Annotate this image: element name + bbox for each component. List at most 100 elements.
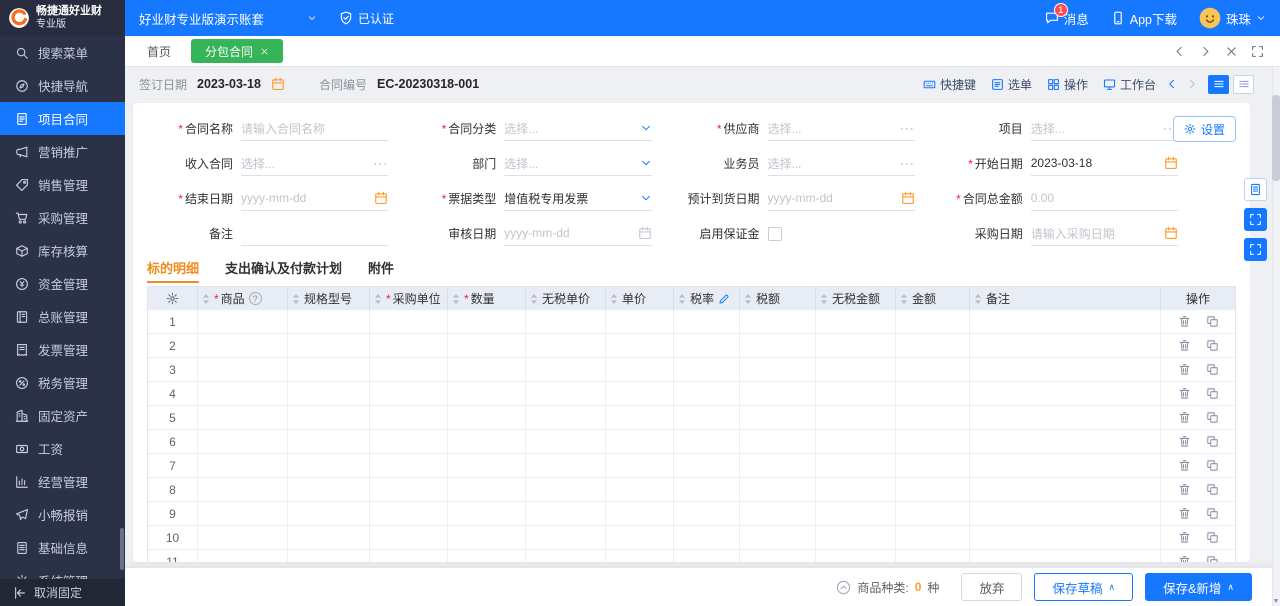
table-cell[interactable] (448, 526, 526, 549)
collapse-summary-icon[interactable] (836, 580, 851, 595)
table-cell[interactable] (740, 334, 816, 357)
table-cell[interactable] (606, 358, 674, 381)
app-download-button[interactable]: App下载 (1111, 9, 1177, 28)
sort-icon[interactable] (292, 293, 300, 305)
table-cell[interactable] (816, 406, 896, 429)
copy-row-icon[interactable] (1206, 435, 1219, 448)
calendar-icon[interactable] (374, 191, 388, 205)
sort-icon[interactable] (374, 293, 382, 305)
table-cell[interactable] (740, 478, 816, 501)
table-cell[interactable] (970, 478, 1161, 501)
sidebar-item-14[interactable]: 小畅报销 (0, 498, 125, 531)
copy-row-icon[interactable] (1206, 459, 1219, 472)
table-cell[interactable] (526, 358, 606, 381)
delete-row-icon[interactable] (1178, 483, 1191, 496)
delete-row-icon[interactable] (1178, 363, 1191, 376)
expected-arrival-date-input[interactable]: yyyy-mm-dd (767, 187, 915, 211)
toolbar-keyboard-button[interactable]: 快捷键 (923, 76, 976, 93)
expand-panel-button-2[interactable] (1244, 238, 1267, 261)
table-cell[interactable] (896, 478, 970, 501)
table-cell[interactable] (740, 526, 816, 549)
table-cell[interactable] (606, 382, 674, 405)
table-cell[interactable] (816, 334, 896, 357)
copy-row-icon[interactable] (1206, 507, 1219, 520)
table-cell[interactable] (970, 502, 1161, 525)
table-cell[interactable] (526, 406, 606, 429)
delete-row-icon[interactable] (1178, 531, 1191, 544)
table-cell[interactable] (288, 358, 370, 381)
table-cell[interactable] (288, 310, 370, 333)
table-cell[interactable] (970, 430, 1161, 453)
copy-row-icon[interactable] (1206, 411, 1219, 424)
scroll-down-arrow[interactable]: ▼ (1272, 598, 1280, 605)
column-header[interactable]: 单价 (606, 287, 674, 310)
table-cell[interactable] (816, 430, 896, 453)
table-cell[interactable] (288, 502, 370, 525)
table-cell[interactable] (896, 550, 970, 562)
table-cell[interactable] (674, 310, 740, 333)
table-cell[interactable] (448, 502, 526, 525)
table-cell[interactable] (288, 526, 370, 549)
table-cell[interactable] (370, 382, 448, 405)
contract-total-amount-input[interactable]: 0.00 (1030, 187, 1178, 211)
sidebar-item-11[interactable]: 固定资产 (0, 399, 125, 432)
detail-tab-0[interactable]: 标的明细 (147, 253, 200, 283)
table-cell[interactable] (970, 406, 1161, 429)
save-draft-button[interactable]: 保存草稿 ∧ (1034, 573, 1134, 601)
table-cell[interactable] (896, 526, 970, 549)
tab-0[interactable]: 首页 (133, 39, 185, 63)
settings-button[interactable]: 设置 (1172, 116, 1236, 142)
table-cell[interactable] (288, 382, 370, 405)
delete-row-icon[interactable] (1178, 435, 1191, 448)
table-cell[interactable] (448, 454, 526, 477)
table-cell[interactable] (740, 502, 816, 525)
table-cell[interactable] (674, 550, 740, 562)
copy-row-icon[interactable] (1206, 363, 1219, 376)
purchase-date-input[interactable]: 请输入采购日期 (1030, 222, 1178, 246)
calendar-icon[interactable] (271, 77, 285, 91)
calendar-icon[interactable] (638, 226, 652, 240)
ellipsis-picker-icon[interactable]: ··· (900, 157, 915, 169)
table-cell[interactable] (606, 334, 674, 357)
sidebar-item-2[interactable]: 项目合同 (0, 102, 125, 135)
table-cell[interactable] (370, 334, 448, 357)
save-and-new-button[interactable]: 保存&新增 ∧ (1145, 573, 1252, 601)
table-cell[interactable] (606, 406, 674, 429)
table-cell[interactable] (606, 502, 674, 525)
table-cell[interactable] (970, 454, 1161, 477)
table-cell[interactable] (896, 502, 970, 525)
project-input[interactable]: 选择... ··· (1030, 117, 1178, 141)
table-cell[interactable] (896, 406, 970, 429)
table-cell[interactable] (526, 478, 606, 501)
table-settings-cell[interactable] (148, 287, 198, 310)
table-cell[interactable] (198, 454, 288, 477)
table-cell[interactable] (288, 406, 370, 429)
delete-row-icon[interactable] (1178, 387, 1191, 400)
deposit-enabled-checkbox[interactable] (767, 226, 782, 241)
chevron-down-icon[interactable] (640, 122, 652, 134)
table-cell[interactable] (740, 310, 816, 333)
discard-button[interactable]: 放弃 (961, 573, 1023, 601)
copy-row-icon[interactable] (1206, 555, 1219, 562)
end-date-input[interactable]: yyyy-mm-dd (241, 187, 389, 211)
table-cell[interactable] (198, 526, 288, 549)
verified-badge[interactable]: 已认证 (339, 10, 394, 27)
sidebar-item-15[interactable]: 基础信息 (0, 531, 125, 564)
table-cell[interactable] (896, 310, 970, 333)
table-cell[interactable] (970, 310, 1161, 333)
unpin-sidebar-button[interactable]: 取消固定 (0, 579, 125, 606)
table-cell[interactable] (370, 358, 448, 381)
sidebar-item-12[interactable]: 工资 (0, 432, 125, 465)
table-cell[interactable] (740, 358, 816, 381)
contract-category-input[interactable]: 选择... (504, 117, 652, 141)
table-cell[interactable] (198, 382, 288, 405)
table-cell[interactable] (370, 310, 448, 333)
table-cell[interactable] (896, 358, 970, 381)
delete-row-icon[interactable] (1178, 459, 1191, 472)
sidebar-item-5[interactable]: 采购管理 (0, 201, 125, 234)
scrollbar-thumb[interactable] (1272, 95, 1280, 181)
invoice-type-input[interactable]: 增值税专用发票 (504, 187, 652, 211)
table-cell[interactable] (674, 406, 740, 429)
table-cell[interactable] (740, 382, 816, 405)
table-cell[interactable] (198, 502, 288, 525)
